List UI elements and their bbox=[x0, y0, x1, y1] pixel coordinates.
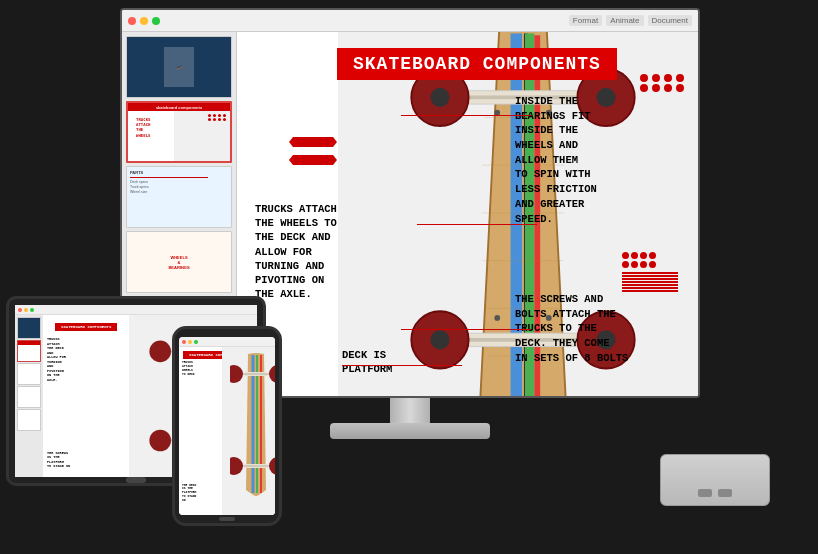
tablet-home-button[interactable] bbox=[126, 477, 146, 483]
phone-toolbar bbox=[179, 337, 275, 347]
slide-main: skateboard components bbox=[237, 32, 698, 396]
monitor-stand-neck bbox=[390, 398, 430, 426]
svg-point-33 bbox=[230, 365, 243, 383]
phone-home-button[interactable] bbox=[219, 517, 235, 521]
phone-close-icon bbox=[182, 340, 186, 344]
phone-skate-area bbox=[222, 347, 275, 515]
phone-minimize-icon bbox=[188, 340, 192, 344]
svg-point-29 bbox=[149, 430, 171, 452]
svg-point-25 bbox=[149, 341, 171, 363]
trucks-annotation: TRUCKS ATTACH THE WHEELS TO THE DECK AND… bbox=[255, 202, 415, 301]
tablet-title-bar: skateboard components bbox=[55, 323, 117, 331]
svg-point-38 bbox=[269, 457, 275, 475]
phone-trucks-text: TRUCKSATTACHWHEELSTO DECK bbox=[182, 361, 226, 377]
tablet-thumb-4[interactable] bbox=[17, 386, 41, 408]
mac-mini-port-2 bbox=[718, 489, 732, 497]
slide-thumb-3[interactable]: PARTS Deck specsTruck specsWheel size bbox=[126, 166, 232, 228]
tablet-thumb-3[interactable] bbox=[17, 363, 41, 385]
slide-thumb-4[interactable]: WHEELS&BEARINGS bbox=[126, 231, 232, 293]
tablet-maximize-icon bbox=[30, 308, 34, 312]
tablet-toolbar bbox=[15, 305, 257, 315]
svg-point-37 bbox=[230, 457, 243, 475]
format-button[interactable]: Format bbox=[569, 15, 602, 26]
slide-title: skateboard components bbox=[353, 54, 601, 74]
phone-main: skateboard components bbox=[179, 347, 275, 515]
tablet-thumb-2[interactable] bbox=[17, 340, 41, 362]
tablet-thumb-1[interactable] bbox=[17, 317, 41, 339]
mac-mini-ports bbox=[698, 489, 732, 497]
slide-thumb-2[interactable]: skateboard components TRUCKSATTACHTHEWHE… bbox=[126, 101, 232, 163]
bearings-annotation: INSIDE THE BEARINGS FIT INSIDE THE WHEEL… bbox=[515, 94, 690, 226]
phone-screen: skateboard components bbox=[179, 337, 275, 515]
screws-annotation: THE SCREWS AND BOLTS ATTACH THE TRUCKS T… bbox=[515, 292, 690, 365]
slide-thumb-1[interactable]: 🛹 bbox=[126, 36, 232, 98]
minimize-icon[interactable] bbox=[140, 17, 148, 25]
tablet-trucks-text: TRUCKSATTACHTHE DECKANDALLOW FORTURNINGA… bbox=[47, 337, 107, 382]
tablet-close-icon bbox=[18, 308, 22, 312]
deck-connector-line bbox=[342, 365, 462, 366]
deck-label: DECK ISPLATFORM bbox=[342, 348, 392, 376]
phone-maximize-icon bbox=[194, 340, 198, 344]
keynote-toolbar: Format Animate Document bbox=[122, 10, 698, 32]
phone-skateboard-svg bbox=[230, 352, 275, 497]
slide-title-banner: skateboard components bbox=[337, 48, 617, 80]
animate-button[interactable]: Animate bbox=[606, 15, 643, 26]
svg-point-34 bbox=[269, 365, 275, 383]
phone-deck-text: THE DECKIS THEPLATFORMTO STANDON bbox=[182, 484, 226, 503]
maximize-icon[interactable] bbox=[152, 17, 160, 25]
mac-mini-port-1 bbox=[698, 489, 712, 497]
phone: skateboard components bbox=[172, 326, 282, 526]
tablet-screws-text: THE SCREWSIS THEPLATFORMTO STAND ON bbox=[47, 451, 102, 469]
svg-point-21 bbox=[494, 315, 500, 321]
trucks-connector-line bbox=[417, 224, 537, 225]
truck-icon bbox=[287, 135, 339, 167]
tablet-title: skateboard components bbox=[61, 325, 111, 329]
close-icon[interactable] bbox=[128, 17, 136, 25]
thumb-title: skateboard components bbox=[156, 105, 202, 110]
tablet-thumb-5[interactable] bbox=[17, 409, 41, 431]
tablet-sidebar bbox=[15, 315, 43, 477]
mac-mini bbox=[660, 454, 770, 506]
screws-connector-line bbox=[401, 329, 531, 330]
phone-body: skateboard components bbox=[179, 347, 275, 515]
tablet-minimize-icon bbox=[24, 308, 28, 312]
bearing-connector-line bbox=[401, 115, 531, 116]
monitor-stand-base bbox=[330, 423, 490, 439]
phone-keynote: skateboard components bbox=[179, 337, 275, 515]
document-button[interactable]: Document bbox=[648, 15, 692, 26]
